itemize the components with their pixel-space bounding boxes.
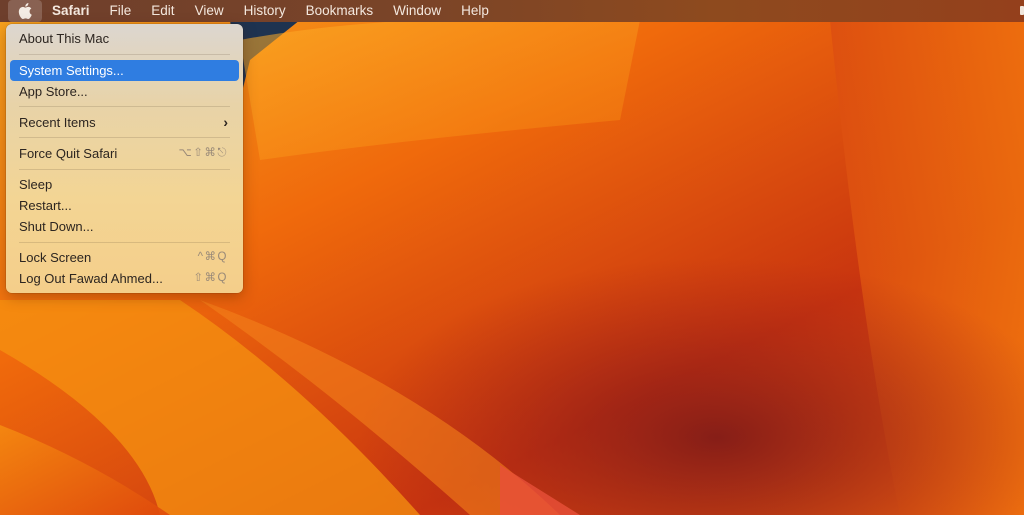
chevron-right-icon: › <box>223 114 228 130</box>
menu-item-label: Log Out Fawad Ahmed... <box>19 271 163 286</box>
menu-separator <box>19 106 230 107</box>
menu-separator <box>19 54 230 55</box>
apple-menu-dropdown: About This Mac System Settings... App St… <box>6 24 243 293</box>
menu-item-restart[interactable]: Restart... <box>10 195 239 216</box>
menu-item-label: Recent Items <box>19 115 96 130</box>
menu-bookmarks[interactable]: Bookmarks <box>296 0 384 22</box>
menu-item-label: Sleep <box>19 177 53 192</box>
menu-item-label: App Store... <box>19 84 88 99</box>
menu-edit[interactable]: Edit <box>141 0 184 22</box>
keyboard-shortcut: ⌥⇧⌘⎋ <box>178 147 228 159</box>
menu-item-shut-down[interactable]: Shut Down... <box>10 216 239 237</box>
menu-view[interactable]: View <box>185 0 234 22</box>
menu-history[interactable]: History <box>234 0 296 22</box>
menu-item-label: Force Quit Safari <box>19 146 118 161</box>
menu-item-label: Shut Down... <box>19 219 94 234</box>
menu-item-app-store[interactable]: App Store... <box>10 81 239 102</box>
menu-item-system-settings[interactable]: System Settings... <box>10 60 239 81</box>
menu-separator <box>19 242 230 243</box>
apple-logo-icon <box>18 3 32 19</box>
menu-item-recent-items[interactable]: Recent Items › <box>10 112 239 133</box>
menu-item-label: Restart... <box>19 198 72 213</box>
menu-item-about-this-mac[interactable]: About This Mac <box>10 28 239 49</box>
menu-file[interactable]: File <box>100 0 142 22</box>
menu-window[interactable]: Window <box>383 0 451 22</box>
menu-item-log-out[interactable]: Log Out Fawad Ahmed... ⇧⌘Q <box>10 268 239 289</box>
status-item-edge[interactable] <box>1020 6 1024 15</box>
menu-item-sleep[interactable]: Sleep <box>10 174 239 195</box>
menu-item-force-quit[interactable]: Force Quit Safari ⌥⇧⌘⎋ <box>10 143 239 164</box>
menu-item-label: System Settings... <box>19 63 124 78</box>
menu-app-safari[interactable]: Safari <box>42 0 100 22</box>
menu-separator <box>19 137 230 138</box>
menu-item-label: About This Mac <box>19 31 110 46</box>
menu-separator <box>19 169 230 170</box>
menu-item-label: Lock Screen <box>19 250 92 265</box>
keyboard-shortcut: ^⌘Q <box>197 251 228 263</box>
keyboard-shortcut: ⇧⌘Q <box>193 272 228 284</box>
menu-bar: Safari File Edit View History Bookmarks … <box>0 0 1024 22</box>
menu-item-lock-screen[interactable]: Lock Screen ^⌘Q <box>10 247 239 268</box>
apple-menu-button[interactable] <box>8 0 42 22</box>
menu-help[interactable]: Help <box>451 0 499 22</box>
